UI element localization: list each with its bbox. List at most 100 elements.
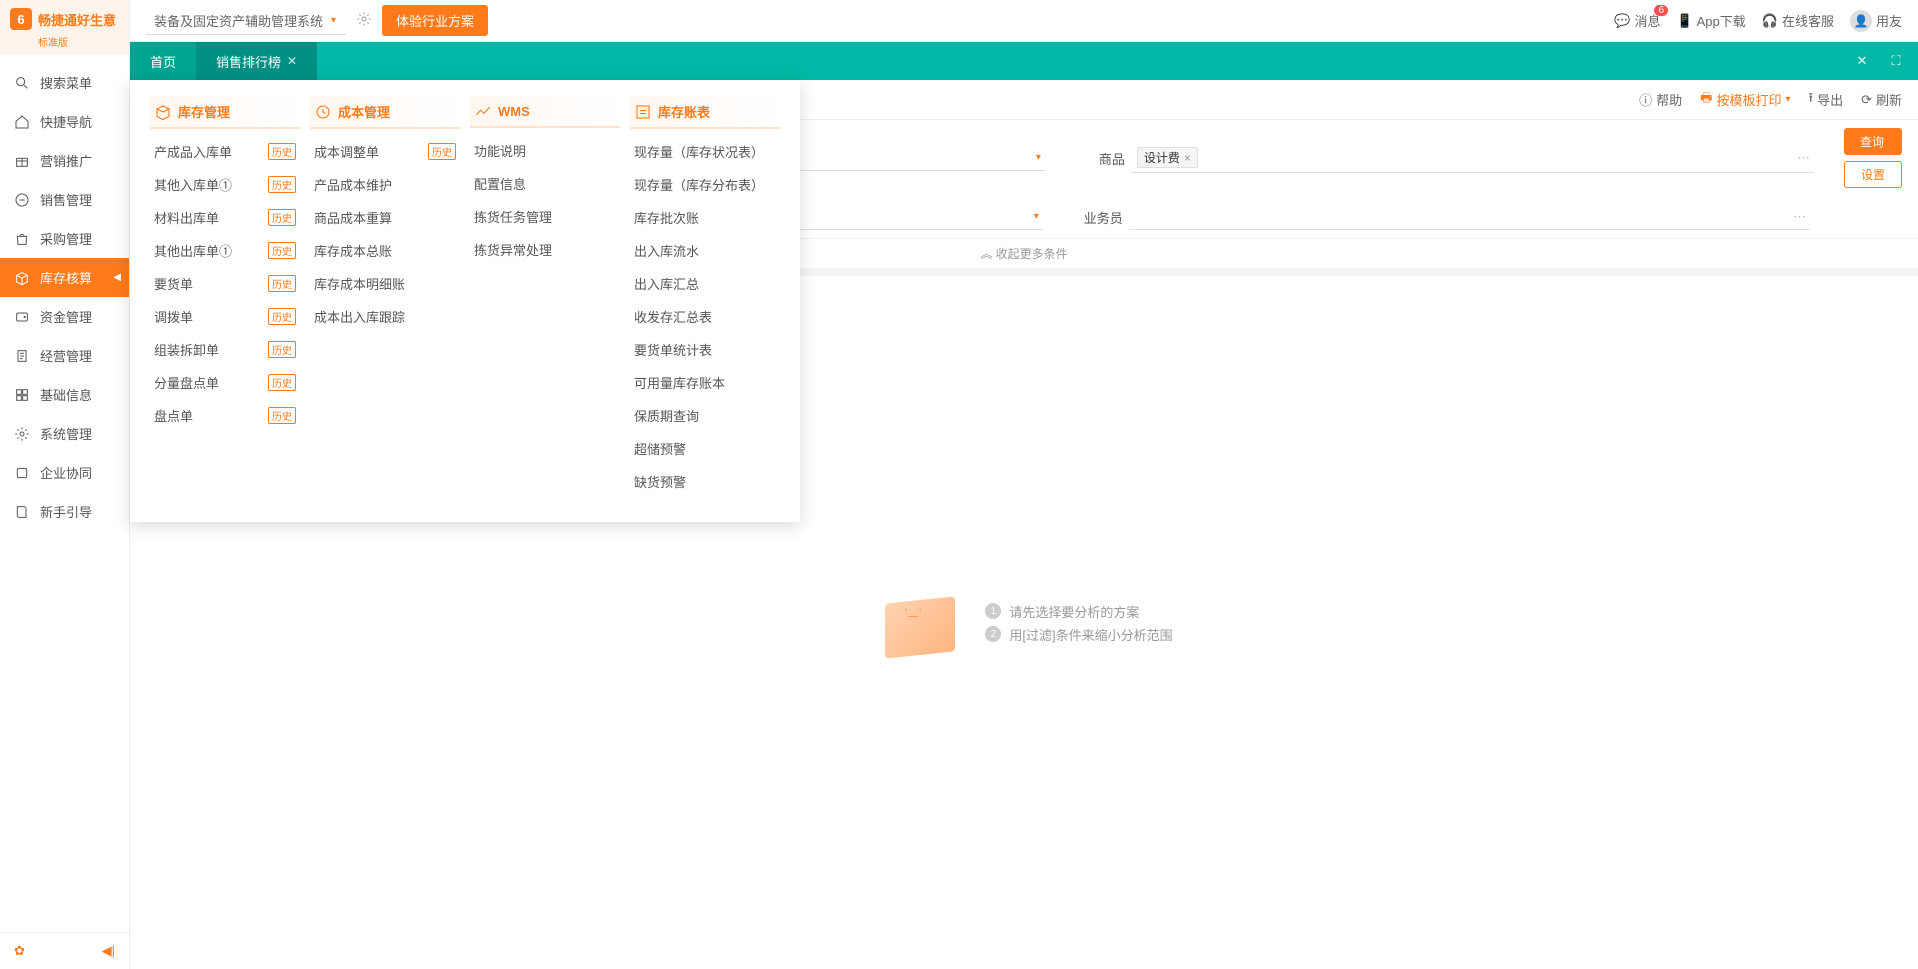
nav-label: 库存核算 xyxy=(40,268,92,287)
nav-label: 企业协同 xyxy=(40,463,92,482)
refresh-button[interactable]: ⟳ 刷新 xyxy=(1861,90,1902,109)
mega-menu-item[interactable]: 功能说明 xyxy=(470,134,620,167)
mega-menu-item[interactable]: 现存量（库存分布表） xyxy=(630,168,780,201)
messages-button[interactable]: 💬 消息 6 xyxy=(1614,11,1660,30)
close-icon[interactable]: ✕ xyxy=(287,54,297,68)
mega-item-label: 超储预警 xyxy=(634,439,686,458)
mega-menu-item[interactable]: 库存成本总账 xyxy=(310,234,460,267)
mega-menu-item[interactable]: 缺货预警 xyxy=(630,465,780,498)
collapse-label: 收起更多条件 xyxy=(996,247,1068,261)
history-badge[interactable]: 历史 xyxy=(268,374,296,391)
mega-menu-item[interactable]: 要货单历史 xyxy=(150,267,300,300)
mega-column: 库存账表现存量（库存状况表）现存量（库存分布表）库存批次账出入库流水出入库汇总收… xyxy=(630,96,780,498)
nav-purchase[interactable]: 采购管理 xyxy=(0,219,129,258)
nav-collab[interactable]: 企业协同 xyxy=(0,453,129,492)
mega-menu-item[interactable]: 调拨单历史 xyxy=(150,300,300,333)
history-badge[interactable]: 历史 xyxy=(428,143,456,160)
system-settings-icon[interactable] xyxy=(356,11,372,30)
nav-sales[interactable]: 销售管理 xyxy=(0,180,129,219)
mega-menu-item[interactable]: 组装拆卸单历史 xyxy=(150,333,300,366)
bag-icon xyxy=(14,231,30,247)
filter-product-label: 商品 xyxy=(1065,149,1125,168)
nav-search[interactable]: 搜索菜单 xyxy=(0,63,129,102)
help-button[interactable]: ⓘ 帮助 xyxy=(1639,90,1682,109)
print-template-button[interactable]: 🖶 按模板打印 ▾ xyxy=(1700,89,1790,111)
nav-funds[interactable]: 资金管理 xyxy=(0,297,129,336)
online-service-button[interactable]: 🎧 在线客服 xyxy=(1762,11,1834,30)
more-icon[interactable]: ⋯ xyxy=(1793,209,1806,225)
mega-menu-item[interactable]: 库存成本明细账 xyxy=(310,267,460,300)
history-badge[interactable]: 历史 xyxy=(268,209,296,226)
mega-menu-item[interactable]: 盘点单历史 xyxy=(150,399,300,432)
tabstrip: 首页 销售排行榜 ✕ ✕ ⛶ xyxy=(130,42,1918,80)
mega-menu-item[interactable]: 收发存汇总表 xyxy=(630,300,780,333)
more-icon[interactable]: ⋯ xyxy=(1797,150,1810,166)
mega-menu-item[interactable]: 其他出库单①历史 xyxy=(150,234,300,267)
nav-inventory[interactable]: 库存核算 xyxy=(0,258,129,297)
mega-menu-item[interactable]: 成本出入库跟踪 xyxy=(310,300,460,333)
chevron-down-icon: ▾ xyxy=(1036,152,1041,163)
brand[interactable]: 6 畅捷通好生意 xyxy=(0,0,129,38)
mega-menu-item[interactable]: 分量盘点单历史 xyxy=(150,366,300,399)
mega-menu-item[interactable]: 配置信息 xyxy=(470,167,620,200)
mega-menu-item[interactable]: 成本调整单历史 xyxy=(310,135,460,168)
filter-salesperson-input[interactable]: ⋯ xyxy=(1129,204,1810,230)
export-button[interactable]: ⭱ 导出 xyxy=(1809,89,1844,111)
mega-menu-item[interactable]: 出入库汇总 xyxy=(630,267,780,300)
step-text: 请先选择要分析的方案 xyxy=(1009,602,1139,621)
mega-menu-item[interactable]: 出入库流水 xyxy=(630,234,780,267)
nav-system[interactable]: 系统管理 xyxy=(0,414,129,453)
query-button[interactable]: 查询 xyxy=(1844,128,1902,155)
history-badge[interactable]: 历史 xyxy=(268,143,296,160)
system-select[interactable]: 装备及固定资产辅助管理系统 ▾ xyxy=(146,7,346,35)
mega-item-label: 拣货异常处理 xyxy=(474,240,552,259)
mega-item-label: 产品成本维护 xyxy=(314,175,392,194)
industry-plan-button[interactable]: 体验行业方案 xyxy=(382,5,488,36)
nav-basedata[interactable]: 基础信息 xyxy=(0,375,129,414)
inventory-mega-menu: 库存管理产成品入库单历史其他入库单①历史材料出库单历史其他出库单①历史要货单历史… xyxy=(130,80,800,522)
nav-quick[interactable]: 快捷导航 xyxy=(0,102,129,141)
nav-guide[interactable]: 新手引导 xyxy=(0,492,129,531)
mega-menu-item[interactable]: 商品成本重算 xyxy=(310,201,460,234)
nav-marketing[interactable]: 营销推广 xyxy=(0,141,129,180)
mega-menu-item[interactable]: 材料出库单历史 xyxy=(150,201,300,234)
user-menu[interactable]: 👤 用友 xyxy=(1850,10,1902,32)
filter-salesperson-label: 业务员 xyxy=(1063,208,1123,227)
brand-name: 畅捷通好生意 xyxy=(38,10,116,29)
mega-item-label: 其他入库单① xyxy=(154,175,232,194)
history-badge[interactable]: 历史 xyxy=(268,275,296,292)
filter-product-input[interactable]: 设计费 × ⋯ xyxy=(1131,143,1814,173)
close-all-tabs-icon[interactable]: ✕ xyxy=(1850,49,1874,73)
nav-label: 搜索菜单 xyxy=(40,73,92,92)
tab-home[interactable]: 首页 xyxy=(130,42,196,80)
settings-icon[interactable]: ✿ xyxy=(14,943,25,959)
mega-menu-item[interactable]: 超储预警 xyxy=(630,432,780,465)
tab-sales-ranking[interactable]: 销售排行榜 ✕ xyxy=(196,42,317,80)
system-name: 装备及固定资产辅助管理系统 xyxy=(154,11,323,30)
history-badge[interactable]: 历史 xyxy=(268,407,296,424)
history-badge[interactable]: 历史 xyxy=(268,308,296,325)
history-badge[interactable]: 历史 xyxy=(268,176,296,193)
app-download-button[interactable]: 📱 App下载 xyxy=(1676,11,1745,30)
phone-icon: 📱 xyxy=(1676,13,1692,29)
tag-remove-icon[interactable]: × xyxy=(1184,151,1191,165)
mega-menu-item[interactable]: 产品成本维护 xyxy=(310,168,460,201)
settings-button[interactable]: 设置 xyxy=(1844,161,1902,188)
mega-menu-item[interactable]: 拣货异常处理 xyxy=(470,233,620,266)
mega-menu-item[interactable]: 拣货任务管理 xyxy=(470,200,620,233)
mega-menu-item[interactable]: 其他入库单① 历史 xyxy=(150,168,300,201)
history-badge[interactable]: 历史 xyxy=(268,341,296,358)
fullscreen-icon[interactable]: ⛶ xyxy=(1884,49,1908,73)
collapse-sidebar-icon[interactable]: ◀| xyxy=(102,943,115,959)
tag-text: 设计费 xyxy=(1144,149,1180,166)
mega-menu-item[interactable]: 可用量库存账本 xyxy=(630,366,780,399)
mega-item-label: 拣货任务管理 xyxy=(474,207,552,226)
mega-menu-item[interactable]: 要货单统计表 xyxy=(630,333,780,366)
mega-menu-item[interactable]: 产成品入库单历史 xyxy=(150,135,300,168)
mega-menu-item[interactable]: 库存批次账 xyxy=(630,201,780,234)
mega-menu-item[interactable]: 保质期查询 xyxy=(630,399,780,432)
mega-menu-item[interactable]: 现存量（库存状况表） xyxy=(630,135,780,168)
history-badge[interactable]: 历史 xyxy=(268,242,296,259)
nav-operation[interactable]: 经营管理 xyxy=(0,336,129,375)
topbar: 装备及固定资产辅助管理系统 ▾ 体验行业方案 💬 消息 6 📱 App下载 🎧 xyxy=(130,0,1918,42)
